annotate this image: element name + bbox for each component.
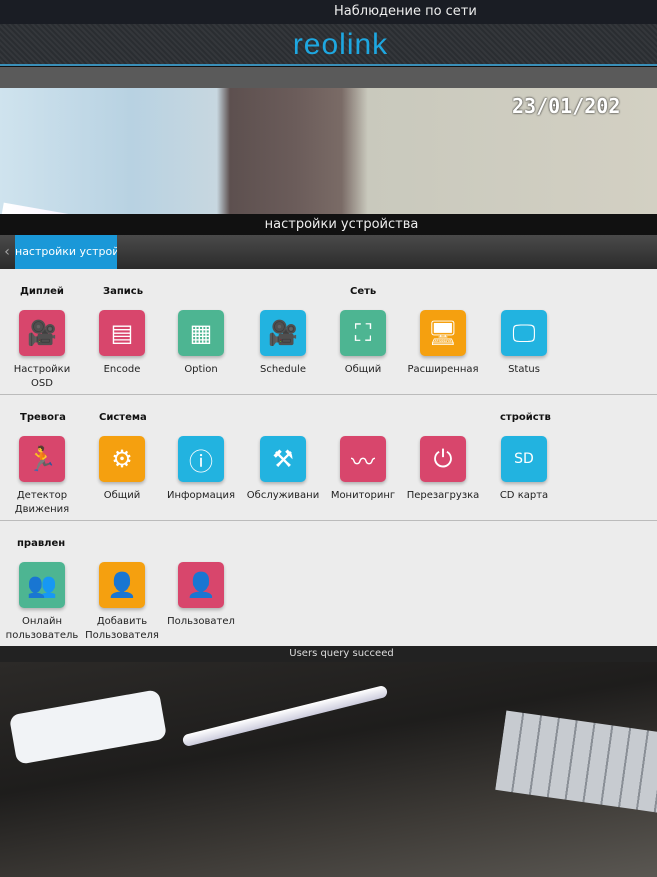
settings-item[interactable]: ⚒ Обслуживани bbox=[243, 436, 323, 503]
settings-item-label: Пользовател bbox=[167, 616, 235, 627]
add-user-icon[interactable]: 👤 bbox=[99, 562, 145, 608]
gear-icon[interactable]: ⚙ bbox=[99, 436, 145, 482]
camera-settings-icon[interactable]: 🎥 bbox=[19, 310, 65, 356]
settings-item[interactable]: 🖥 Расширенная bbox=[403, 310, 483, 377]
camera-image-calculator bbox=[495, 710, 657, 814]
settings-item[interactable]: 👤 Пользовател bbox=[161, 562, 241, 629]
monitor-status-icon[interactable]: 🖵 bbox=[501, 310, 547, 356]
settings-item-label: OSD bbox=[31, 378, 53, 389]
section-device: стройств bbox=[500, 412, 551, 423]
tools-icon[interactable]: ⚒ bbox=[260, 436, 306, 482]
osd-date: 23/01/202 bbox=[512, 94, 621, 118]
settings-item-label: Расширенная bbox=[407, 364, 479, 375]
settings-item-label: Движения bbox=[14, 504, 70, 515]
settings-item-label: Детектор bbox=[16, 490, 68, 501]
app-title-bar: Наблюдение по сети bbox=[0, 0, 657, 24]
tab-bar: ‹ настройки устройства bbox=[0, 235, 657, 269]
settings-item-label: Общий bbox=[344, 364, 382, 375]
camera-feed-top: 23/01/202 bbox=[0, 88, 657, 262]
settings-item[interactable]: 🏃 Детектор Движения bbox=[2, 436, 82, 517]
status-bar: Users query succeed bbox=[0, 646, 657, 662]
divider bbox=[0, 520, 657, 521]
section-alarm: Тревога bbox=[20, 412, 66, 423]
settings-item-label: Информация bbox=[166, 490, 236, 501]
settings-item-label: Настройки bbox=[13, 364, 71, 375]
waveform-icon[interactable]: 〰 bbox=[340, 436, 386, 482]
camera-feed-bottom bbox=[0, 662, 657, 877]
camera-image-pen bbox=[181, 684, 389, 748]
settings-item-label: Schedule bbox=[260, 364, 306, 375]
settings-item-label: CD карта bbox=[499, 490, 549, 501]
settings-item[interactable]: ⚙ Общий bbox=[82, 436, 162, 503]
settings-item[interactable]: ▦ Option bbox=[161, 310, 241, 377]
settings-item-label: Общий bbox=[103, 490, 141, 501]
online-users-icon[interactable]: 👥 bbox=[19, 562, 65, 608]
camera-schedule-icon[interactable]: 🎥 bbox=[260, 310, 306, 356]
section-record: Запись bbox=[103, 286, 144, 297]
settings-item[interactable]: SD CD карта bbox=[484, 436, 564, 503]
camera-image-device bbox=[8, 689, 168, 765]
app-title: Наблюдение по сети bbox=[334, 4, 477, 19]
logo-bar: reolink bbox=[0, 24, 657, 66]
settings-item-label: Мониторинг bbox=[330, 490, 396, 501]
reolink-logo: reolink bbox=[292, 28, 389, 61]
section-system: Система bbox=[99, 412, 147, 423]
page-title: настройки устройства bbox=[0, 214, 657, 235]
settings-item[interactable]: 🎥 Настройки OSD bbox=[2, 310, 82, 391]
settings-panel: Диплей Запись Сеть Тревога Система строй… bbox=[0, 269, 657, 646]
settings-item[interactable]: ⏻ Перезагрузка bbox=[403, 436, 483, 503]
toolbar-strip bbox=[0, 67, 657, 88]
section-network: Сеть bbox=[350, 286, 377, 297]
power-icon[interactable]: ⏻ bbox=[420, 436, 466, 482]
settings-item-label: Обслуживани bbox=[246, 490, 320, 501]
settings-item[interactable]: 🖵 Status bbox=[484, 310, 564, 377]
grid-icon[interactable]: ▦ bbox=[178, 310, 224, 356]
settings-item-label: Добавить bbox=[96, 616, 148, 627]
network-icon[interactable]: ⛶ bbox=[340, 310, 386, 356]
settings-item[interactable]: ⓘ Информация bbox=[161, 436, 241, 503]
chevron-left-icon[interactable]: ‹ bbox=[0, 235, 14, 269]
settings-item[interactable]: 〰 Мониторинг bbox=[323, 436, 403, 503]
section-display: Диплей bbox=[20, 286, 64, 297]
running-man-icon[interactable]: 🏃 bbox=[19, 436, 65, 482]
section-management: правлен bbox=[17, 538, 66, 549]
tab-device-settings[interactable]: настройки устройства bbox=[15, 235, 117, 269]
sd-card-icon[interactable]: SD bbox=[501, 436, 547, 482]
settings-item-label: Option bbox=[184, 364, 218, 375]
encode-icon[interactable]: ▤ bbox=[99, 310, 145, 356]
settings-item[interactable]: ⛶ Общий bbox=[323, 310, 403, 377]
settings-item-label: Encode bbox=[103, 364, 141, 375]
settings-item[interactable]: ▤ Encode bbox=[82, 310, 162, 377]
divider bbox=[0, 394, 657, 395]
settings-item-label: Перезагрузка bbox=[406, 490, 480, 501]
settings-item-label: Пользователя bbox=[85, 630, 159, 641]
users-icon[interactable]: 👤 bbox=[178, 562, 224, 608]
monitor-gear-icon[interactable]: 🖥 bbox=[420, 310, 466, 356]
info-icon[interactable]: ⓘ bbox=[178, 436, 224, 482]
settings-item[interactable]: 👤 Добавить Пользователя bbox=[82, 562, 162, 643]
settings-item-label: Онлайн bbox=[22, 616, 62, 627]
settings-item[interactable]: 👥 Онлайн пользователь bbox=[2, 562, 82, 643]
settings-item-label: Status bbox=[508, 364, 540, 375]
settings-item-label: пользователь bbox=[5, 630, 79, 641]
settings-item[interactable]: 🎥 Schedule bbox=[243, 310, 323, 377]
